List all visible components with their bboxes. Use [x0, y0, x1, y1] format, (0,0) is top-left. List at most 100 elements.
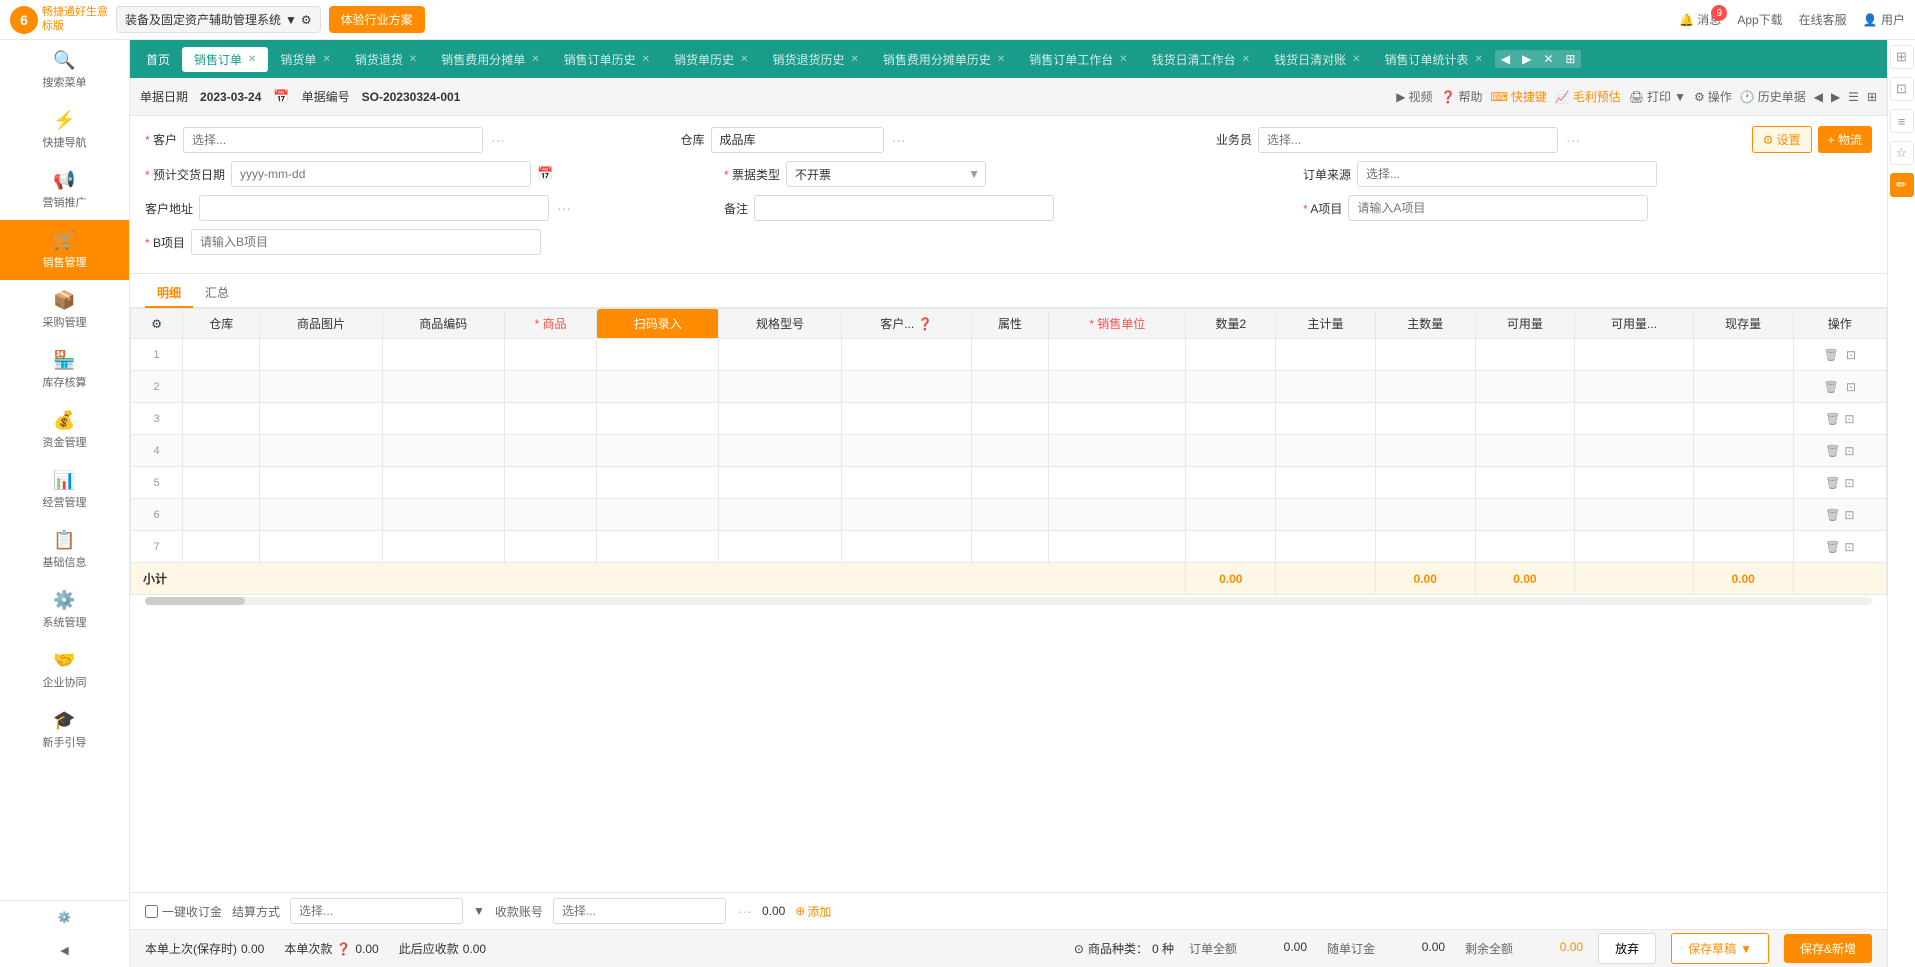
th-scan-input[interactable]: 扫码录入 — [597, 309, 719, 339]
tab-close-cash-reconcile[interactable]: ✕ — [1352, 54, 1360, 65]
view-btn[interactable]: ▶ 视频 — [1396, 88, 1432, 105]
row-2-available-qty[interactable] — [1475, 371, 1575, 403]
tab-refund-history[interactable]: 销货退货历史 ✕ — [760, 47, 870, 72]
tab-order-stats[interactable]: 销售订单统计表 ✕ — [1372, 47, 1494, 72]
tab-prev-btn[interactable]: ◀ — [1495, 50, 1516, 68]
settings-btn[interactable]: ⚙ 设置 — [1752, 126, 1812, 153]
customer-address-input[interactable] — [199, 195, 549, 221]
sidebar-item-basic-info[interactable]: 📋 基础信息 — [0, 520, 129, 580]
tab-close-sales-history[interactable]: ✕ — [740, 54, 748, 65]
shortcut-btn[interactable]: ⌨ 快捷键 — [1491, 88, 1547, 105]
tab-home[interactable]: 首页 — [134, 47, 182, 72]
payment-method-input[interactable] — [290, 898, 463, 924]
delivery-date-calendar-icon[interactable]: 📅 — [537, 166, 553, 182]
row-1-product-code[interactable] — [382, 339, 504, 371]
row-1-customer-code[interactable] — [841, 339, 971, 371]
row-1-main-qty[interactable] — [1375, 339, 1475, 371]
print-btn[interactable]: 🖨 打印 ▼ — [1629, 88, 1686, 105]
tab-close-cash-daily-workbench[interactable]: ✕ — [1242, 54, 1250, 65]
sidebar-item-finance[interactable]: 💰 资金管理 — [0, 400, 129, 460]
bank-account-input[interactable] — [553, 898, 726, 924]
operation-btn[interactable]: ⚙ 操作 — [1694, 88, 1732, 105]
view-mode-grid[interactable]: ⊞ — [1867, 90, 1877, 104]
row-2-spec[interactable] — [719, 371, 841, 403]
row-1-copy-btn[interactable]: ⊡ — [1846, 348, 1856, 362]
right-icon-5[interactable]: ✏ — [1890, 173, 1914, 197]
scrollbar-thumb[interactable] — [145, 597, 245, 605]
row-2-main-unit[interactable] — [1276, 371, 1376, 403]
row-1-spec[interactable] — [719, 339, 841, 371]
online-support[interactable]: 在线客服 — [1799, 11, 1847, 28]
b-project-input[interactable] — [191, 229, 541, 255]
row-2-qty2[interactable] — [1186, 371, 1276, 403]
one-key-checkout-checkbox[interactable] — [145, 905, 158, 918]
tab-sales-refund[interactable]: 销货退货 ✕ — [343, 47, 429, 72]
order-source-input[interactable] — [1357, 161, 1657, 187]
sidebar-collapse[interactable]: ◀ — [0, 934, 129, 967]
system-selector[interactable]: 装备及固定资产辅助管理系统 ▼ ⚙ — [116, 6, 321, 33]
row-1-available-qty[interactable] — [1475, 339, 1575, 371]
tab-close-refund[interactable]: ✕ — [409, 54, 417, 65]
right-icon-2[interactable]: ⊡ — [1890, 77, 1914, 101]
row-2-product[interactable] — [504, 371, 596, 403]
tab-close-refund-history[interactable]: ✕ — [850, 54, 858, 65]
tab-close-sales-order[interactable]: ✕ — [248, 54, 256, 65]
customer-input[interactable] — [183, 127, 483, 153]
profit-btn[interactable]: 📈 毛利预估 — [1555, 88, 1621, 105]
tab-close-order-workbench[interactable]: ✕ — [1119, 54, 1127, 65]
sidebar-item-marketing[interactable]: 📢 营销推广 — [0, 160, 129, 220]
tab-cash-daily-workbench[interactable]: 钱货日清工作台 ✕ — [1140, 47, 1262, 72]
row-2-warehouse[interactable] — [183, 371, 260, 403]
tab-summary[interactable]: 汇总 — [193, 279, 241, 308]
tab-close-order-history[interactable]: ✕ — [642, 54, 650, 65]
warehouse-more-btn[interactable]: ··· — [892, 132, 906, 148]
row-1-scan[interactable] — [597, 339, 719, 371]
row-1-current-stock[interactable] — [1693, 339, 1793, 371]
invoice-type-input[interactable] — [786, 161, 986, 187]
save-draft-button[interactable]: 保存草稿 ▼ — [1671, 933, 1769, 964]
add-item-btn[interactable]: + 物流 — [1818, 126, 1872, 153]
sidebar-item-sales[interactable]: 🛒 销售管理 — [0, 220, 129, 280]
staff-more-btn[interactable]: ··· — [1566, 132, 1580, 148]
tab-sales-order[interactable]: 销售订单 ✕ — [182, 47, 268, 72]
row-2-product-code[interactable] — [382, 371, 504, 403]
tab-sales-single[interactable]: 销货单 ✕ — [268, 47, 342, 72]
row-2-available-qty2[interactable] — [1575, 371, 1694, 403]
tab-order-history[interactable]: 销售订单历史 ✕ — [552, 47, 662, 72]
notes-input[interactable] — [754, 195, 1054, 221]
th-settings[interactable]: ⚙ — [131, 309, 183, 339]
sidebar-item-inventory[interactable]: 🏪 库存核算 — [0, 340, 129, 400]
row-2-current-stock[interactable] — [1693, 371, 1793, 403]
bank-account-more-btn[interactable]: ··· — [738, 903, 752, 919]
tab-detail[interactable]: 明细 — [145, 279, 193, 308]
tab-cash-reconcile[interactable]: 钱货日清对账 ✕ — [1262, 47, 1372, 72]
row-1-qty2[interactable] — [1186, 339, 1276, 371]
staff-input[interactable] — [1258, 127, 1558, 153]
sidebar-item-purchase[interactable]: 📦 采购管理 — [0, 280, 129, 340]
tab-next-btn[interactable]: ▶ — [1516, 50, 1537, 68]
sidebar-item-enterprise[interactable]: 🤝 企业协同 — [0, 640, 129, 700]
tab-close-expense-split-history[interactable]: ✕ — [997, 54, 1005, 65]
row-1-product[interactable] — [504, 339, 596, 371]
calendar-icon[interactable]: 📅 — [273, 89, 289, 105]
row-1-attributes[interactable] — [971, 339, 1048, 371]
app-download[interactable]: App下载 — [1737, 11, 1782, 28]
tab-order-workbench[interactable]: 销售订单工作台 ✕ — [1017, 47, 1139, 72]
sidebar-item-search[interactable]: 🔍 搜索菜单 — [0, 40, 129, 100]
right-icon-4[interactable]: ☆ — [1890, 141, 1914, 165]
pagination-prev[interactable]: ◀ — [1814, 90, 1823, 104]
right-icon-3[interactable]: ≡ — [1890, 109, 1914, 133]
tab-expense-split[interactable]: 销售费用分摊单 ✕ — [429, 47, 551, 72]
row-2-delete-btn[interactable]: 🗑 — [1823, 380, 1838, 394]
row-1-sales-unit[interactable] — [1049, 339, 1186, 371]
row-1-main-unit[interactable] — [1276, 339, 1376, 371]
row-2-sales-unit[interactable] — [1049, 371, 1186, 403]
delivery-date-input[interactable] — [231, 161, 531, 187]
tab-expense-split-history[interactable]: 销售费用分摊单历史 ✕ — [871, 47, 1017, 72]
warehouse-input[interactable] — [711, 127, 884, 153]
address-more-btn[interactable]: ··· — [557, 200, 571, 216]
tab-close-order-stats[interactable]: ✕ — [1475, 54, 1483, 65]
row-2-copy-btn[interactable]: ⊡ — [1846, 380, 1856, 394]
a-project-input[interactable] — [1348, 195, 1648, 221]
row-2-customer-code[interactable] — [841, 371, 971, 403]
